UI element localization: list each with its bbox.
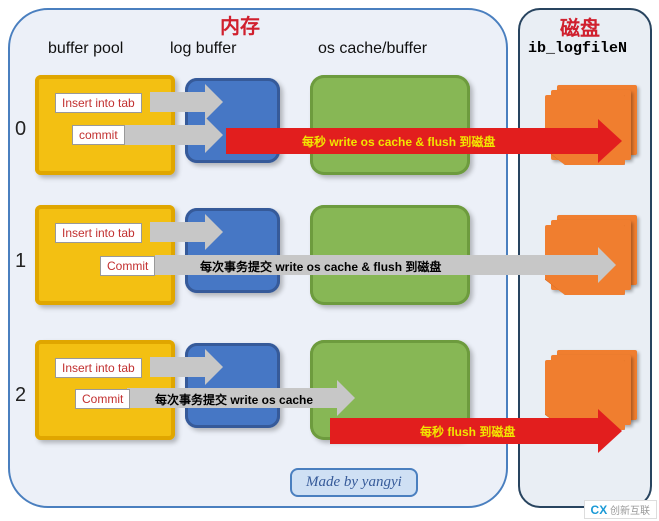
tag-insert-2: Insert into tab bbox=[55, 358, 142, 378]
arrow-row2-text: 每次事务提交 write os cache bbox=[155, 391, 313, 408]
col-disk-file: ib_logfileN bbox=[528, 40, 627, 57]
buffer-pool-block-1 bbox=[35, 205, 175, 305]
tag-insert-0: Insert into tab bbox=[55, 93, 142, 113]
row-0-label: 0 bbox=[15, 118, 26, 141]
os-cache-block-0 bbox=[310, 75, 470, 175]
log-buffer-block-1 bbox=[185, 208, 280, 293]
col-log-buffer: log buffer bbox=[170, 40, 236, 58]
arrow-row0-text: 每秒 write os cache & flush 到磁盘 bbox=[302, 133, 495, 150]
log-buffer-block-2 bbox=[185, 343, 280, 428]
memory-title: 内存 bbox=[190, 10, 290, 39]
col-buffer-pool: buffer pool bbox=[48, 40, 123, 58]
arrow-insert-0 bbox=[150, 92, 205, 112]
col-os-cache: os cache/buffer bbox=[318, 40, 427, 58]
row-1-label: 1 bbox=[15, 250, 26, 273]
tag-commit-0: commit bbox=[72, 125, 125, 145]
arrow-row1-text: 每次事务提交 write os cache & flush 到磁盘 bbox=[200, 258, 441, 275]
tag-commit-2: Commit bbox=[75, 389, 130, 409]
arrow-insert-2 bbox=[150, 357, 205, 377]
watermark-logo: CX bbox=[591, 503, 608, 517]
arrow-insert-1 bbox=[150, 222, 205, 242]
arrow-row2-red-text: 每秒 flush 到磁盘 bbox=[420, 423, 515, 440]
watermark-text: 创新互联 bbox=[610, 506, 650, 517]
arrow-commit-0 bbox=[120, 125, 205, 145]
row-2-label: 2 bbox=[15, 384, 26, 407]
tag-commit-1: Commit bbox=[100, 256, 155, 276]
watermark: CX 创新互联 bbox=[584, 500, 657, 519]
tag-insert-1: Insert into tab bbox=[55, 223, 142, 243]
credit-badge: Made by yangyi bbox=[290, 468, 418, 497]
disk-title: 磁盘 bbox=[540, 12, 620, 41]
